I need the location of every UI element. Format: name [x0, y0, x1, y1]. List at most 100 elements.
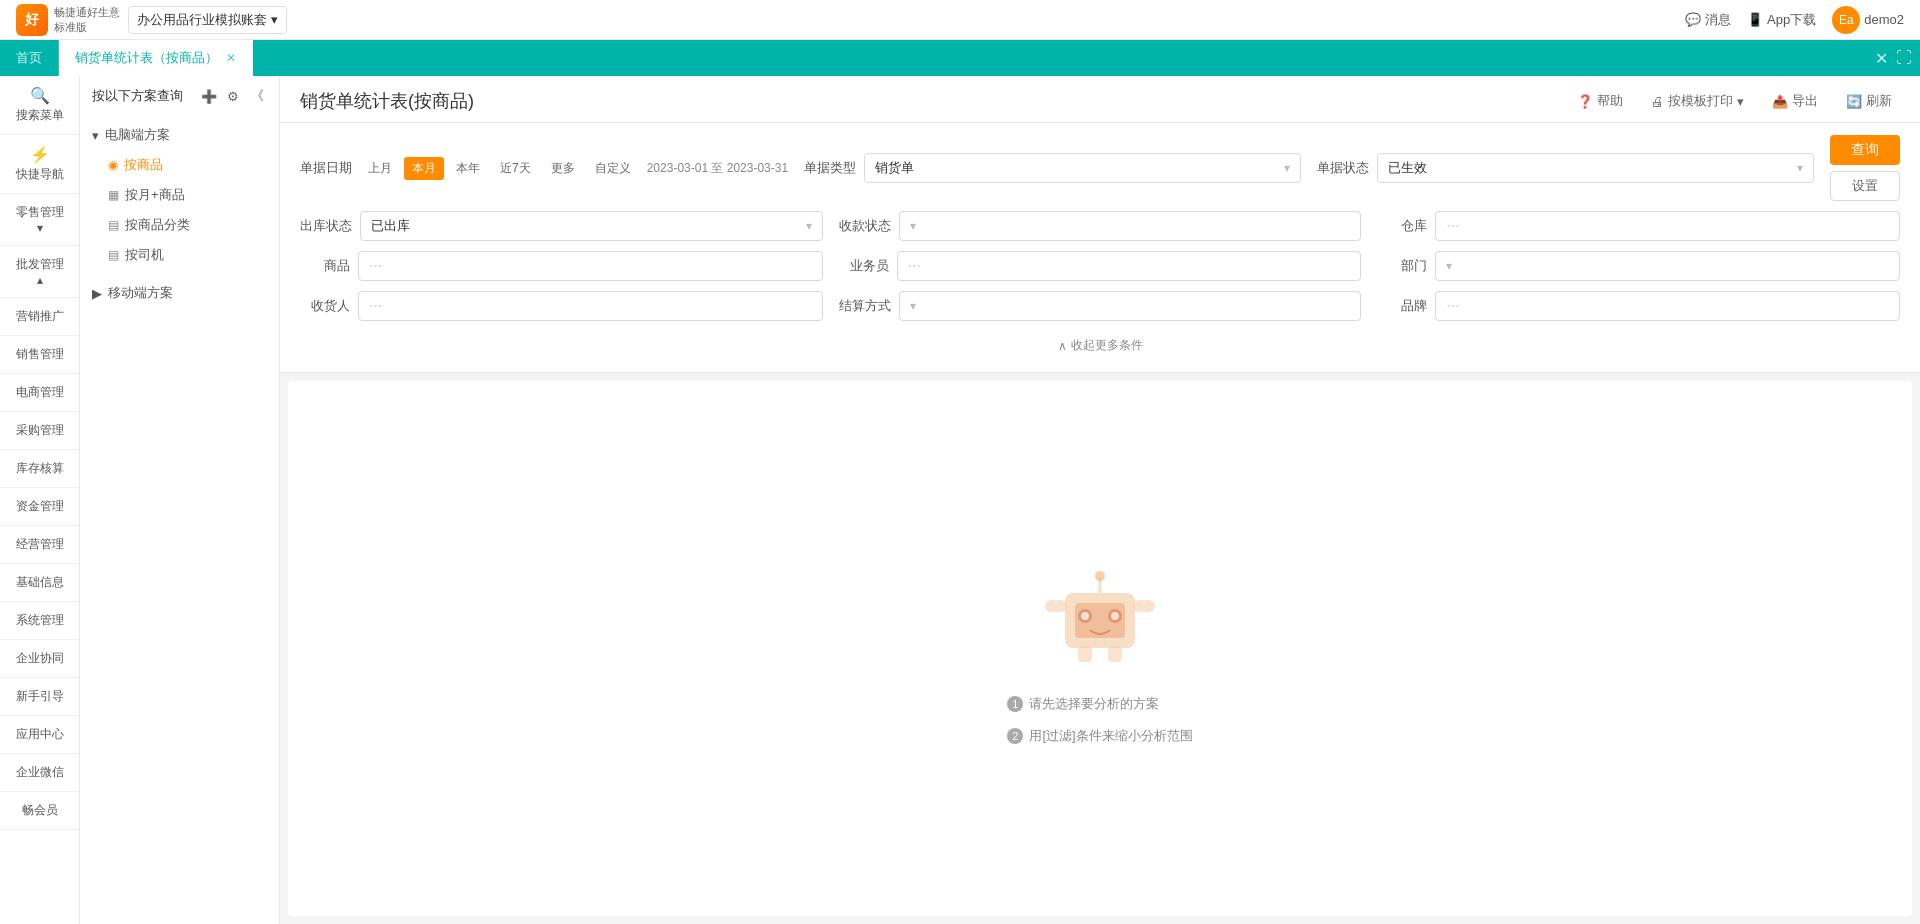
staff-input[interactable]: ···	[897, 251, 1362, 281]
message-btn[interactable]: 💬 消息	[1685, 11, 1731, 29]
shortcut-icon: ⚡	[30, 145, 50, 164]
main-panel: 销货单统计表(按商品) ❓ 帮助 🖨 按模板打印 ▾ 📤 导出	[280, 76, 1920, 924]
sidebar-item-appcenter[interactable]: 应用中心	[0, 716, 79, 754]
dots-icon-3: ···	[908, 257, 921, 275]
grid-icon: ▦	[108, 188, 119, 202]
print-btn[interactable]: 🖨 按模板打印 ▾	[1643, 88, 1752, 114]
settings-scheme-btn[interactable]: ⚙	[223, 86, 243, 106]
brand-label: 品牌	[1377, 297, 1427, 315]
sidebar-item-newbie[interactable]: 新手引导	[0, 678, 79, 716]
add-scheme-btn[interactable]: ➕	[199, 86, 219, 106]
query-button[interactable]: 查询	[1830, 135, 1900, 165]
content-area: 按以下方案查询 ➕ ⚙ 《 ▾ 电脑端方案 ◉ 按商品 ▦ 按月+	[80, 76, 1920, 924]
chevron-icon: ▾	[37, 221, 43, 235]
date-btn-last-month[interactable]: 上月	[360, 157, 400, 180]
filter-warehouse: 仓库 ···	[1377, 211, 1900, 241]
sidebar-item-finance[interactable]: 资金管理	[0, 488, 79, 526]
user-area[interactable]: Ea demo2	[1832, 6, 1904, 34]
collapse-scheme-btn[interactable]: 《	[247, 86, 267, 106]
action-btn-group: 查询 设置	[1830, 135, 1900, 201]
collapse-icon: ∧	[1058, 339, 1067, 353]
receiver-input[interactable]: ···	[358, 291, 823, 321]
sidebar-item-shortcut[interactable]: ⚡ 快捷导航	[0, 135, 79, 194]
sidebar-item-operations[interactable]: 经营管理	[0, 526, 79, 564]
date-btn-more[interactable]: 更多	[543, 157, 583, 180]
empty-step-1: 1 请先选择要分析的方案	[1007, 691, 1192, 717]
brand-input[interactable]: ···	[1435, 291, 1900, 321]
filter-brand: 品牌 ···	[1377, 291, 1900, 321]
help-icon: ❓	[1577, 94, 1593, 109]
chevron-up-icon: ▴	[37, 273, 43, 287]
warehouse-input[interactable]: ···	[1435, 211, 1900, 241]
filter-receiver: 收货人 ···	[300, 291, 823, 321]
app-selector[interactable]: 办公用品行业模拟账套 ▾	[128, 6, 287, 34]
scheme-item-by-month-goods[interactable]: ▦ 按月+商品	[80, 180, 279, 210]
filter-doc-type: 单据类型 销货单 ▾	[804, 153, 1301, 183]
receiver-label: 收货人	[300, 297, 350, 315]
out-status-input[interactable]: 已出库 ▾	[360, 211, 823, 241]
goods-input[interactable]: ···	[358, 251, 823, 281]
refresh-icon: 🔄	[1846, 94, 1862, 109]
logo-area: 好 畅捷通好生意 标准版	[16, 4, 120, 36]
radio-active-icon: ◉	[108, 158, 118, 172]
sidebar-item-purchase[interactable]: 采购管理	[0, 412, 79, 450]
date-label: 单据日期	[300, 159, 352, 177]
sidebar-item-search[interactable]: 🔍 搜索菜单	[0, 76, 79, 135]
scheme-group-mobile[interactable]: ▶ 移动端方案	[80, 278, 279, 308]
app-download-btn[interactable]: 📱 App下载	[1747, 11, 1816, 29]
collapse-row[interactable]: ∧ 收起更多条件	[300, 331, 1900, 360]
empty-step-2: 2 用[过滤]条件来缩小分析范围	[1007, 723, 1192, 749]
filter-doc-status: 单据状态 已生效 ▾	[1317, 153, 1814, 183]
sidebar-item-inventory[interactable]: 库存核算	[0, 450, 79, 488]
date-btn-this-month[interactable]: 本月	[404, 157, 444, 180]
pay-status-input[interactable]: ▾	[899, 211, 1362, 241]
tab-close-all-icon[interactable]: ✕	[1875, 49, 1888, 68]
tab-maximize-icon[interactable]: ⛶	[1896, 49, 1912, 67]
tab-home[interactable]: 首页	[0, 40, 59, 76]
top-bar-right: 💬 消息 📱 App下载 Ea demo2	[1685, 6, 1904, 34]
avatar: Ea	[1832, 6, 1860, 34]
tab-close-icon[interactable]: ✕	[226, 51, 236, 65]
scheme-item-by-cashier[interactable]: ▤ 按司机	[80, 240, 279, 270]
sidebar-item-member[interactable]: 畅会员	[0, 792, 79, 830]
refresh-btn[interactable]: 🔄 刷新	[1838, 88, 1900, 114]
dropdown-icon: ▾	[1284, 161, 1290, 175]
sidebar-item-corpwechat[interactable]: 企业微信	[0, 754, 79, 792]
dots-icon: ···	[1446, 217, 1459, 235]
sidebar-item-ecom[interactable]: 电商管理	[0, 374, 79, 412]
payment-input[interactable]: ▾	[899, 291, 1362, 321]
expand-mobile-icon: ▶	[92, 286, 102, 301]
sidebar-item-retail[interactable]: 零售管理 ▾	[0, 194, 79, 246]
main-layout: 🔍 搜索菜单 ⚡ 快捷导航 零售管理 ▾ 批发管理 ▴ 营销推广 销售管理 电商…	[0, 76, 1920, 924]
scheme-panel: 按以下方案查询 ➕ ⚙ 《 ▾ 电脑端方案 ◉ 按商品 ▦ 按月+	[80, 76, 280, 924]
scheme-section-mobile: ▶ 移动端方案	[80, 274, 279, 312]
svg-rect-10	[1078, 646, 1092, 662]
filter-row-4: 收货人 ··· 结算方式 ▾ 品牌 ···	[300, 291, 1900, 321]
sidebar-item-wholesale[interactable]: 批发管理 ▴	[0, 246, 79, 298]
scheme-item-by-goods-category[interactable]: ▤ 按商品分类	[80, 210, 279, 240]
tab-report[interactable]: 销货单统计表（按商品） ✕	[59, 40, 253, 76]
date-btn-custom[interactable]: 自定义	[587, 157, 639, 180]
sidebar-item-enterprise[interactable]: 企业协同	[0, 640, 79, 678]
goods-label: 商品	[300, 257, 350, 275]
settings-button[interactable]: 设置	[1830, 171, 1900, 201]
message-icon: 💬	[1685, 12, 1701, 27]
sidebar-item-marketing[interactable]: 营销推广	[0, 298, 79, 336]
doc-status-input[interactable]: 已生效 ▾	[1377, 153, 1814, 183]
page-header: 销货单统计表(按商品) ❓ 帮助 🖨 按模板打印 ▾ 📤 导出	[280, 76, 1920, 123]
help-btn[interactable]: ❓ 帮助	[1569, 88, 1631, 114]
date-btn-7days[interactable]: 近7天	[492, 157, 539, 180]
pay-status-label: 收款状态	[839, 217, 891, 235]
sidebar-item-system[interactable]: 系统管理	[0, 602, 79, 640]
scheme-group-pc[interactable]: ▾ 电脑端方案	[80, 120, 279, 150]
sidebar-item-sales[interactable]: 销售管理	[0, 336, 79, 374]
top-bar: 好 畅捷通好生意 标准版 办公用品行业模拟账套 ▾ 💬 消息 📱 App下载 E…	[0, 0, 1920, 40]
export-btn[interactable]: 📤 导出	[1764, 88, 1826, 114]
sidebar-item-basic[interactable]: 基础信息	[0, 564, 79, 602]
scheme-item-by-goods[interactable]: ◉ 按商品	[80, 150, 279, 180]
dept-input[interactable]: ▾	[1435, 251, 1900, 281]
svg-point-5	[1111, 612, 1119, 620]
date-btn-this-year[interactable]: 本年	[448, 157, 488, 180]
doc-type-input[interactable]: 销货单 ▾	[864, 153, 1301, 183]
filter-row-3: 商品 ··· 业务员 ··· 部门 ▾	[300, 251, 1900, 281]
